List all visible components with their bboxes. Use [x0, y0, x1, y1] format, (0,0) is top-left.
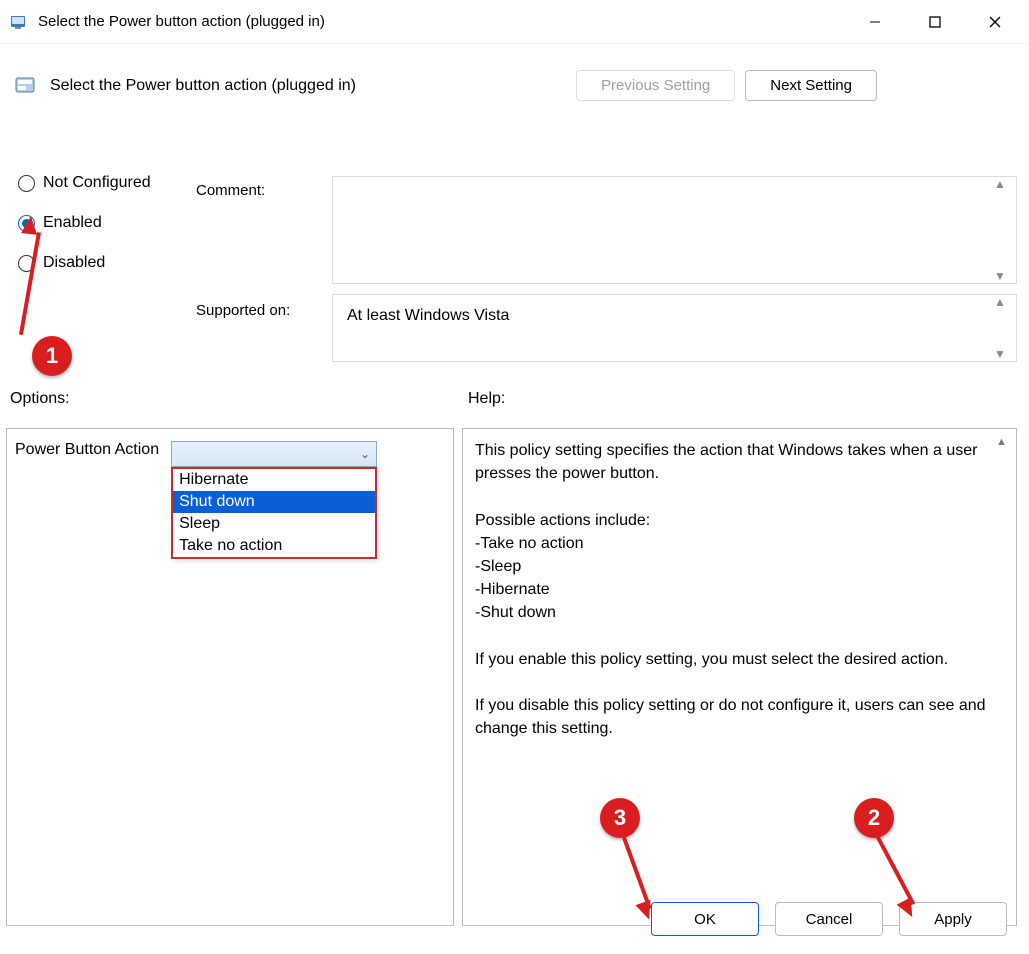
dropdown-item-shutdown[interactable]: Shut down — [173, 491, 375, 513]
window-title: Select the Power button action (plugged … — [38, 13, 845, 30]
apply-button[interactable]: Apply — [899, 902, 1007, 936]
help-label: Help: — [468, 390, 505, 408]
radio-disabled[interactable]: Disabled — [18, 254, 198, 272]
ok-button[interactable]: OK — [651, 902, 759, 936]
policy-icon — [14, 74, 38, 98]
power-button-action-combobox[interactable]: ⌄ — [171, 441, 377, 467]
comment-textarea[interactable]: ▲▼ — [332, 176, 1017, 284]
titlebar: Select the Power button action (plugged … — [0, 0, 1029, 44]
radio-icon — [18, 175, 35, 192]
dropdown-item-hibernate[interactable]: Hibernate — [173, 469, 375, 491]
help-panel: This policy setting specifies the action… — [462, 428, 1017, 926]
radio-label: Enabled — [43, 214, 102, 232]
options-panel: Power Button Action ⌄ Hibernate Shut dow… — [6, 428, 454, 926]
scroll-spinner[interactable]: ▲▼ — [996, 435, 1014, 919]
supported-on-label: Supported on: — [196, 302, 316, 319]
radio-label: Disabled — [43, 254, 105, 272]
radio-label: Not Configured — [43, 174, 151, 192]
options-label: Options: — [10, 390, 70, 408]
state-radio-group: Not Configured Enabled Disabled — [18, 174, 198, 272]
radio-icon — [18, 255, 35, 272]
policy-title: Select the Power button action (plugged … — [50, 77, 356, 95]
supported-on-field: At least Windows Vista ▲▼ — [332, 294, 1017, 362]
next-setting-button[interactable]: Next Setting — [745, 70, 877, 101]
radio-enabled[interactable]: Enabled — [18, 214, 198, 232]
dropdown-item-takenoaction[interactable]: Take no action — [173, 535, 375, 557]
radio-icon — [18, 215, 35, 232]
window-icon — [10, 13, 28, 31]
dropdown-item-sleep[interactable]: Sleep — [173, 513, 375, 535]
supported-on-text: At least Windows Vista — [347, 307, 509, 324]
close-button[interactable] — [965, 2, 1025, 42]
cancel-button[interactable]: Cancel — [775, 902, 883, 936]
policy-header: Select the Power button action (plugged … — [12, 62, 1017, 115]
dialog-footer: OK Cancel Apply — [651, 902, 1007, 936]
annotation-1: 1 — [32, 336, 72, 376]
minimize-button[interactable] — [845, 2, 905, 42]
power-button-action-dropdown: Hibernate Shut down Sleep Take no action — [171, 467, 377, 559]
scroll-spinner[interactable]: ▲▼ — [994, 177, 1014, 283]
power-button-action-label: Power Button Action — [15, 441, 159, 459]
help-text: This policy setting specifies the action… — [475, 439, 1000, 740]
chevron-down-icon: ⌄ — [360, 447, 370, 461]
maximize-button[interactable] — [905, 2, 965, 42]
previous-setting-button[interactable]: Previous Setting — [576, 70, 735, 101]
comment-label: Comment: — [196, 182, 316, 199]
scroll-spinner[interactable]: ▲▼ — [994, 295, 1014, 361]
radio-not-configured[interactable]: Not Configured — [18, 174, 198, 192]
